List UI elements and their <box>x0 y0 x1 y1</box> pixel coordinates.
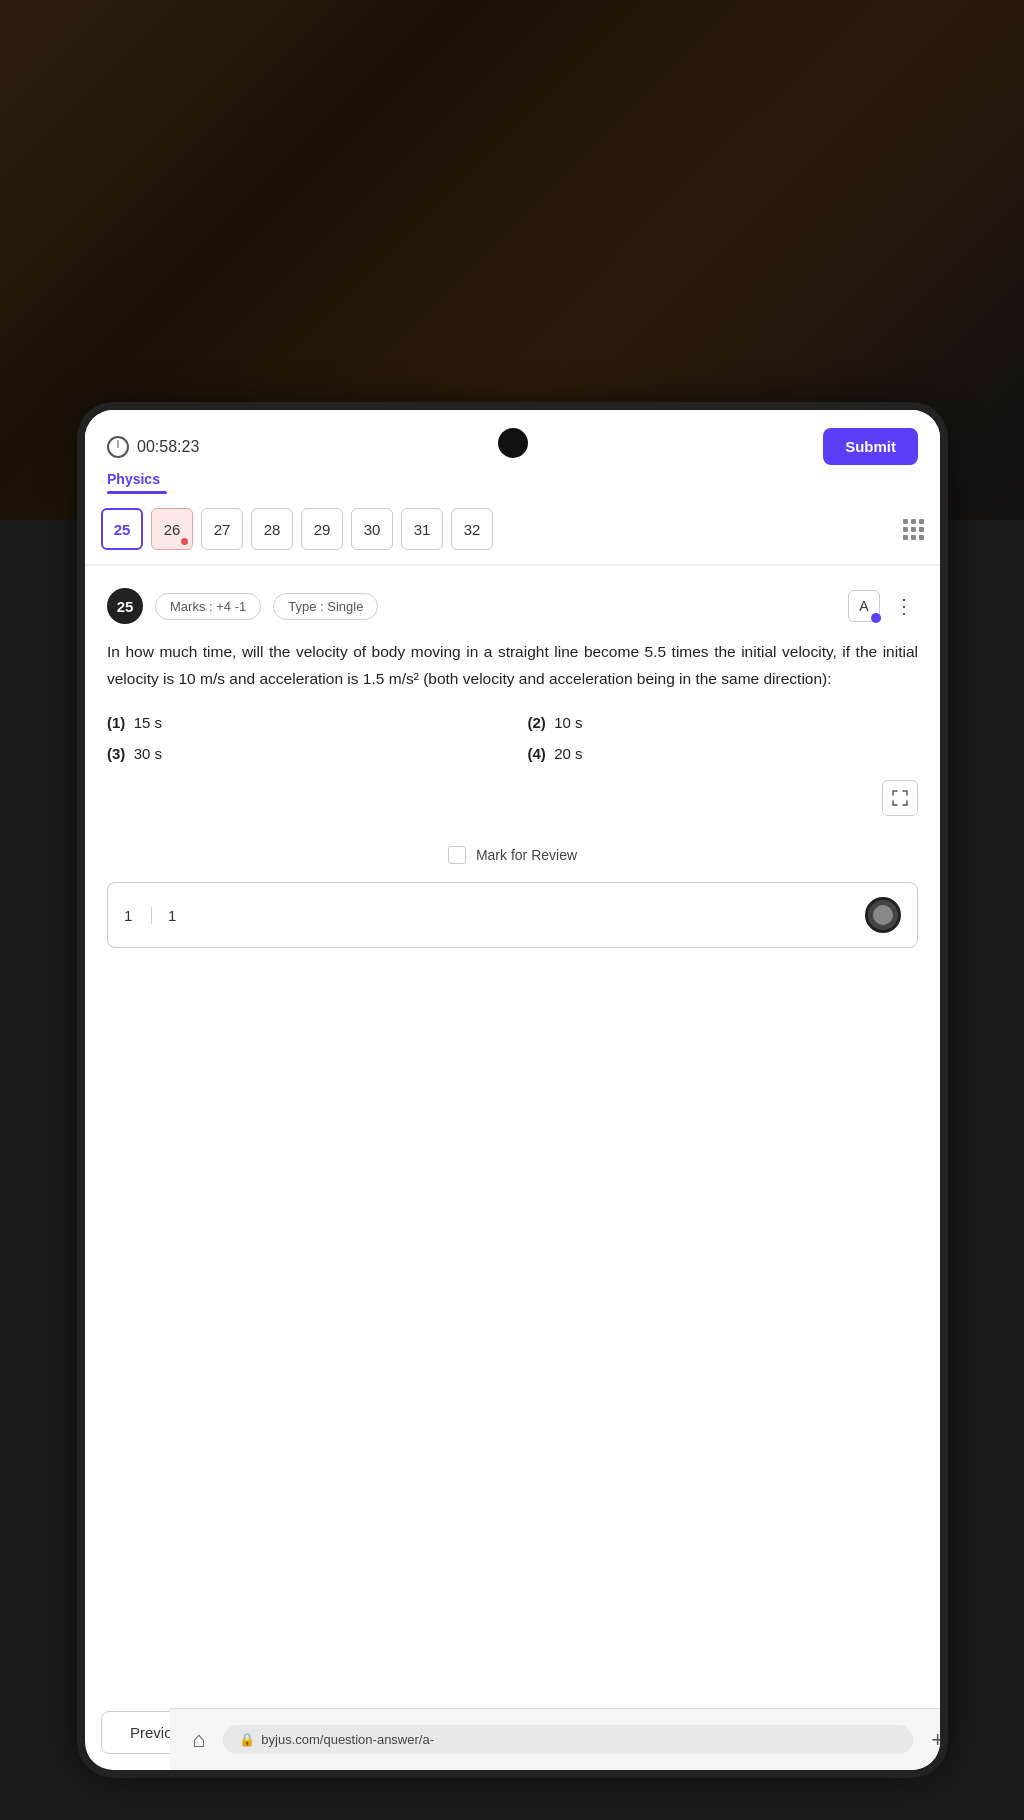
url-icon: 🔒 <box>239 1732 255 1747</box>
answer-value[interactable]: 1 <box>168 907 849 924</box>
mark-review-label: Mark for Review <box>476 847 577 863</box>
option-3[interactable]: (3) 30 s <box>107 741 498 766</box>
home-icon[interactable]: ⌂ <box>192 1727 205 1753</box>
option-2[interactable]: (2) 10 s <box>528 710 919 735</box>
submit-button[interactable]: Submit <box>823 428 918 465</box>
camera-dot <box>498 428 528 458</box>
q-num-28[interactable]: 28 <box>251 508 293 550</box>
question-text: In how much time, will the velocity of b… <box>107 638 918 692</box>
timer-text: 00:58:23 <box>137 438 199 456</box>
timer-icon <box>107 436 129 458</box>
q-num-27[interactable]: 27 <box>201 508 243 550</box>
add-tab-button[interactable]: + <box>931 1727 940 1753</box>
record-inner <box>873 905 893 925</box>
options-grid: (1) 15 s (2) 10 s (3) 30 s (4) 20 s <box>107 710 918 766</box>
type-badge: Type : Single <box>273 593 378 620</box>
q-num-32[interactable]: 32 <box>451 508 493 550</box>
question-badge: 25 <box>107 588 143 624</box>
question-nav: 25 26 27 28 29 30 31 32 <box>85 494 940 565</box>
subject-label: Physics <box>107 471 918 487</box>
meta-actions: A ⋮ <box>848 590 918 622</box>
answer-input-section: 1 1 <box>107 882 918 948</box>
option-1[interactable]: (1) 15 s <box>107 710 498 735</box>
q-num-26[interactable]: 26 <box>151 508 193 550</box>
option-4[interactable]: (4) 20 s <box>528 741 919 766</box>
question-meta: 25 Marks : +4 -1 Type : Single A ⋮ <box>107 570 918 638</box>
question-area: 25 Marks : +4 -1 Type : Single A ⋮ In ho… <box>85 570 940 1701</box>
more-options-button[interactable]: ⋮ <box>890 594 918 618</box>
timer-section: 00:58:23 <box>107 436 199 458</box>
record-button[interactable] <box>865 897 901 933</box>
device-frame: 00:58:23 Submit Physics 25 26 27 28 29 3… <box>85 410 940 1770</box>
avatar-button[interactable]: A <box>848 590 880 622</box>
subject-bar: Physics <box>85 465 940 494</box>
q-num-29[interactable]: 29 <box>301 508 343 550</box>
avatar-lock-dot <box>871 613 881 623</box>
url-bar[interactable]: 🔒 byjus.com/question-answer/a- <box>223 1725 913 1754</box>
marks-badge: Marks : +4 -1 <box>155 593 261 620</box>
mark-review-checkbox[interactable] <box>448 846 466 864</box>
url-text: byjus.com/question-answer/a- <box>261 1732 434 1747</box>
q-num-30[interactable]: 30 <box>351 508 393 550</box>
divider <box>85 565 940 566</box>
fullscreen-button[interactable] <box>882 780 918 816</box>
grid-icon[interactable] <box>903 519 924 540</box>
answer-label: 1 <box>124 907 152 924</box>
browser-bar: ⌂ 🔒 byjus.com/question-answer/a- + ↺ ⋮ <box>170 1708 940 1770</box>
mark-for-review-section: Mark for Review <box>107 834 918 882</box>
q-num-25[interactable]: 25 <box>101 508 143 550</box>
q-num-31[interactable]: 31 <box>401 508 443 550</box>
